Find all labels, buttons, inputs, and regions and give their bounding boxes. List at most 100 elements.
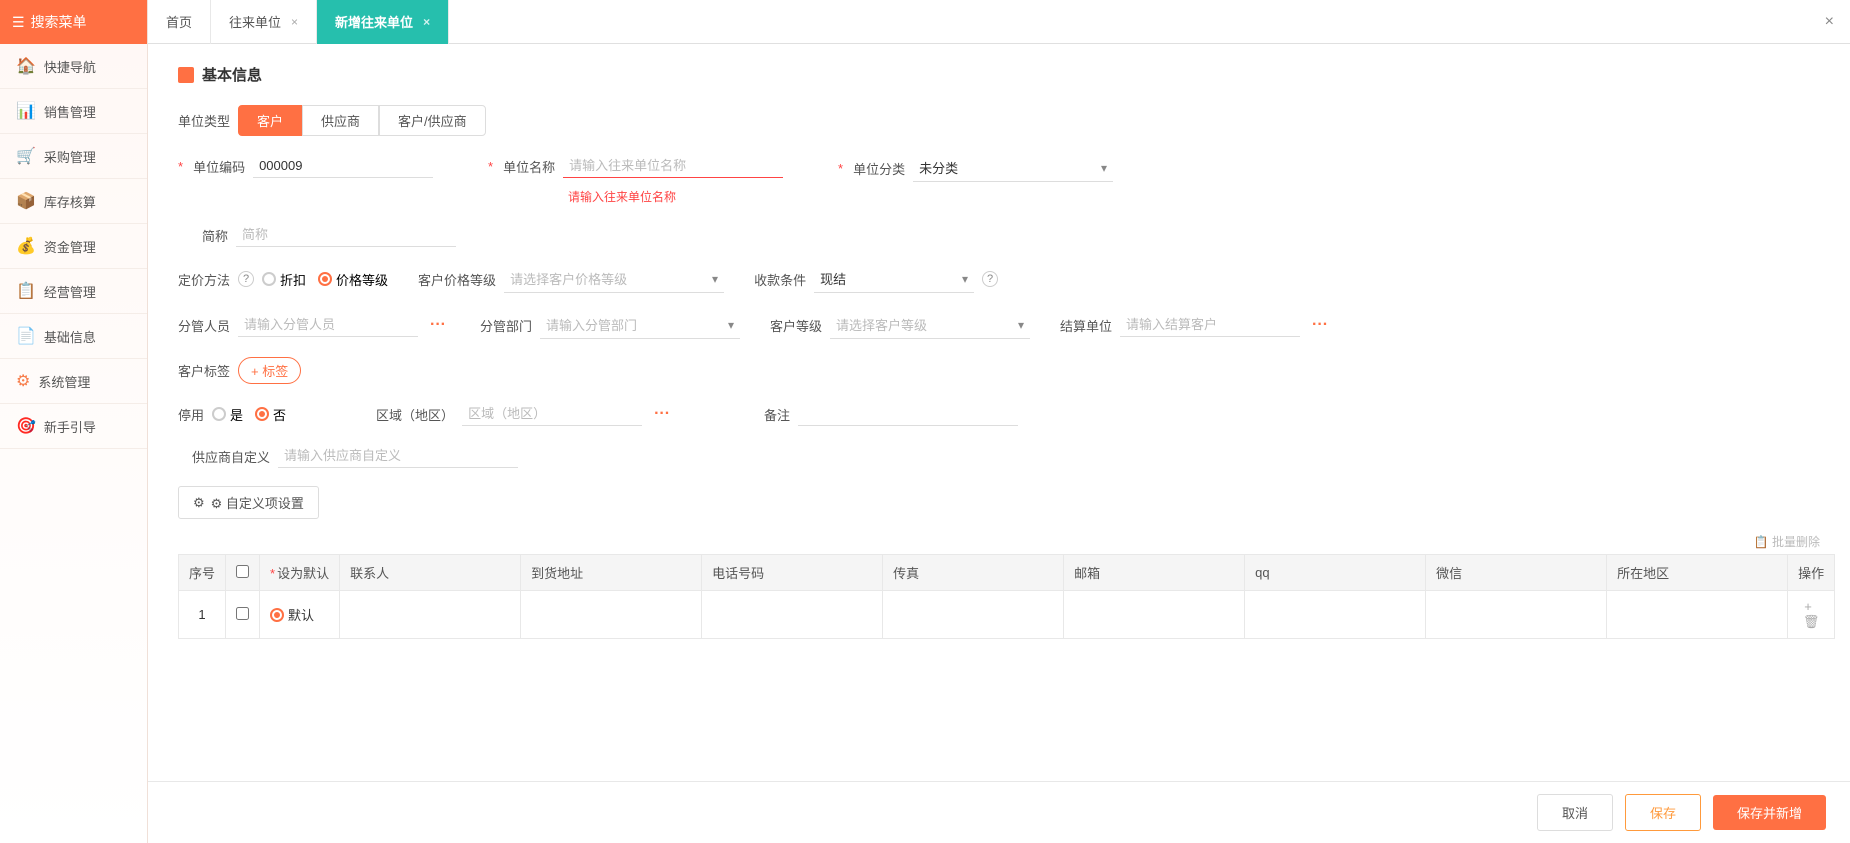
row-phone[interactable] (702, 591, 883, 639)
gear-icon: ⚙ (193, 495, 205, 511)
row-delivery[interactable] (521, 591, 702, 639)
row-email[interactable] (1064, 591, 1245, 639)
radio-discount-circle (262, 272, 276, 286)
tab-new-contact-close[interactable]: × (423, 15, 430, 29)
cancel-button[interactable]: 取消 (1537, 794, 1613, 831)
radio-discount-label: 折扣 (280, 270, 306, 289)
settlement-unit-label: 结算单位 (1060, 316, 1112, 335)
delete-row-btn[interactable]: 🗑 (1803, 614, 1820, 629)
tag-group: 客户标签 + 标签 (178, 357, 301, 384)
tab-contacts[interactable]: 往来单位 × (211, 0, 317, 44)
region-input[interactable] (462, 402, 642, 426)
add-tag-btn[interactable]: + 标签 (238, 357, 301, 384)
tab-new-contact[interactable]: 新增往来单位 × (317, 0, 449, 44)
payment-terms-group: 收款条件 现结 ▾ ? (754, 265, 998, 293)
row-email-input[interactable] (1074, 603, 1234, 626)
batch-delete-label: 批量删除 (1772, 535, 1820, 549)
radio-yes-circle (212, 407, 226, 421)
add-tag-label: + 标签 (251, 361, 288, 380)
sidebar-item-finance[interactable]: 💰 资金管理 (0, 224, 147, 269)
row-contact[interactable] (340, 591, 521, 639)
row-fax-input[interactable] (893, 603, 1053, 626)
sidebar-item-quick-nav[interactable]: 🏠 快捷导航 (0, 44, 147, 89)
pricing-help-icon[interactable]: ? (238, 271, 254, 287)
sidebar-search[interactable]: ☰ 搜索菜单 (0, 0, 147, 44)
row-wechat[interactable] (1426, 591, 1607, 639)
region-more-btn[interactable]: ··· (650, 405, 674, 423)
save-new-button[interactable]: 保存并新增 (1713, 795, 1826, 830)
unit-type-both-btn[interactable]: 客户/供应商 (379, 105, 486, 136)
manager-group: 分管人员 ··· (178, 313, 450, 337)
short-name-input[interactable] (236, 223, 456, 247)
tab-contacts-close[interactable]: × (291, 15, 298, 29)
sidebar-item-newbie[interactable]: 🎯 新手引导 (0, 404, 147, 449)
unit-type-supplier-btn[interactable]: 供应商 (302, 105, 379, 136)
batch-delete-btn[interactable]: 📋 批量删除 (178, 533, 1820, 550)
unit-type-group: 单位类型 客户 供应商 客户/供应商 (178, 105, 486, 136)
col-action: 操作 (1788, 555, 1835, 591)
sidebar-label: 经营管理 (44, 282, 96, 301)
customer-level-select[interactable]: 请选择客户等级 ▾ (830, 311, 1030, 339)
sidebar-label: 库存核算 (44, 192, 96, 211)
sidebar-item-purchase[interactable]: 🛒 采购管理 (0, 134, 147, 179)
operations-icon: 📋 (16, 281, 36, 301)
add-row-btn[interactable]: + (1804, 599, 1812, 614)
remark-group: 备注 (764, 402, 1018, 426)
row-checkbox-input[interactable] (236, 607, 249, 620)
unit-type-customer-btn[interactable]: 客户 (238, 105, 302, 136)
main-area: 首页 往来单位 × 新增往来单位 × × 基本信息 单位类型 客户 供应商 客户… (148, 0, 1850, 843)
tab-home[interactable]: 首页 (148, 0, 211, 44)
row-area[interactable] (1607, 591, 1788, 639)
newbie-icon: 🎯 (16, 416, 36, 436)
unit-type-label: 单位类型 (178, 111, 230, 130)
pricing-method-label: 定价方法 (178, 270, 230, 289)
basic-icon: 📄 (16, 326, 36, 346)
settlement-more-btn[interactable]: ··· (1308, 316, 1332, 334)
payment-help-icon[interactable]: ? (982, 271, 998, 287)
payment-terms-select[interactable]: 现结 ▾ (814, 265, 974, 293)
disabled-label: 停用 (178, 405, 204, 424)
row-delivery-input[interactable] (531, 603, 691, 626)
payment-terms-value: 现结 (820, 269, 846, 288)
row-qq-input[interactable] (1255, 603, 1415, 626)
settlement-unit-group: 结算单位 ··· (1060, 313, 1332, 337)
radio-price-level[interactable]: 价格等级 (318, 270, 388, 289)
remark-input[interactable] (798, 402, 1018, 426)
row-seq: 1 (179, 591, 226, 639)
radio-no[interactable]: 否 (255, 405, 286, 424)
sidebar-item-sales[interactable]: 📊 销售管理 (0, 89, 147, 134)
manager-input[interactable] (238, 313, 418, 337)
department-select[interactable]: 请输入分管部门 ▾ (540, 311, 740, 339)
unit-name-input[interactable] (563, 154, 783, 178)
settlement-unit-input[interactable] (1120, 313, 1300, 337)
col-email: 邮箱 (1064, 555, 1245, 591)
sidebar-item-basic[interactable]: 📄 基础信息 (0, 314, 147, 359)
select-all-checkbox[interactable] (236, 565, 249, 578)
chevron-down-icon2: ▾ (712, 272, 718, 286)
form-content: 基本信息 单位类型 客户 供应商 客户/供应商 * 单位编码 * (148, 44, 1850, 781)
quick-nav-icon: 🏠 (16, 56, 36, 76)
radio-price-level-circle (318, 272, 332, 286)
row-fax[interactable] (883, 591, 1064, 639)
row-contact-input[interactable] (350, 603, 510, 626)
row-wechat-input[interactable] (1436, 603, 1596, 626)
manager-more-btn[interactable]: ··· (426, 316, 450, 334)
row-area-input[interactable] (1617, 603, 1777, 626)
row-qq[interactable] (1245, 591, 1426, 639)
radio-discount[interactable]: 折扣 (262, 270, 306, 289)
short-name-group: 简称 (202, 223, 456, 247)
row-phone-input[interactable] (712, 603, 872, 626)
sidebar-item-inventory[interactable]: 📦 库存核算 (0, 179, 147, 224)
radio-yes[interactable]: 是 (212, 405, 243, 424)
unit-code-input[interactable] (253, 154, 433, 178)
custom-settings-btn[interactable]: ⚙ ⚙ 自定义项设置 (178, 486, 319, 519)
row-default-radio[interactable]: 默认 (270, 605, 329, 624)
supplier-custom-input[interactable] (278, 444, 518, 468)
close-all-tabs[interactable]: × (1809, 13, 1850, 31)
col-contact: 联系人 (340, 555, 521, 591)
sidebar-item-operations[interactable]: 📋 经营管理 (0, 269, 147, 314)
customer-price-level-select[interactable]: 请选择客户价格等级 ▾ (504, 265, 724, 293)
sidebar-item-system[interactable]: ⚙ 系统管理 (0, 359, 147, 404)
unit-category-select[interactable]: 未分类 ▾ (913, 154, 1113, 182)
save-button[interactable]: 保存 (1625, 794, 1701, 831)
